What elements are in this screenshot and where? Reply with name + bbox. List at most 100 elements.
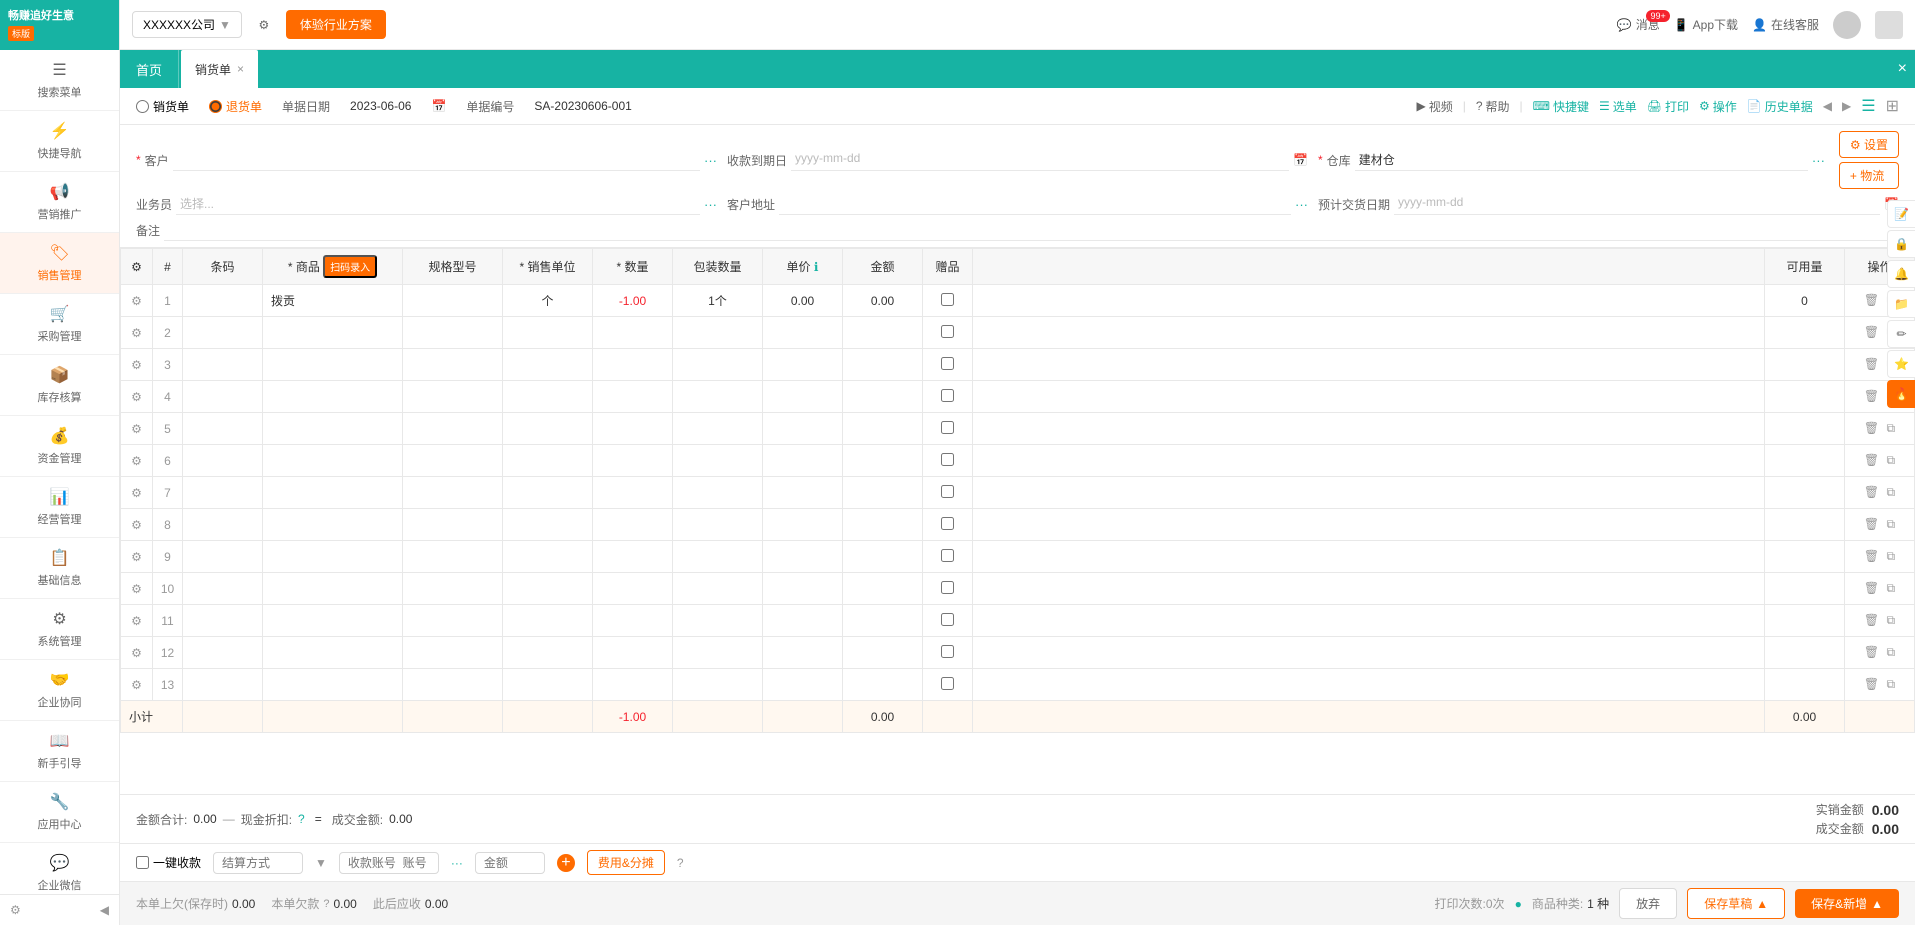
row-ops-7[interactable]: 🗑 ⧉ xyxy=(1845,509,1915,541)
row-ops-5[interactable]: 🗑 ⧉ xyxy=(1845,445,1915,477)
customer-addr-dots[interactable]: ··· xyxy=(1295,197,1308,212)
trial-button[interactable]: 体验行业方案 xyxy=(286,10,386,39)
row-pkg-5[interactable] xyxy=(673,445,763,477)
company-selector[interactable]: XXXXXX公司 ▼ xyxy=(132,11,242,38)
row-spec-5[interactable] xyxy=(403,445,503,477)
row-settings-10[interactable]: ⚙ xyxy=(121,605,153,637)
row-unit-5[interactable] xyxy=(503,445,593,477)
action-print[interactable]: 🖨打印 xyxy=(1647,98,1689,115)
logistics-button[interactable]: + 物流 xyxy=(1839,162,1899,189)
row-price-4[interactable] xyxy=(763,413,843,445)
row-amount-3[interactable] xyxy=(843,381,923,413)
sidebar-item-finance[interactable]: 💰 资金管理 xyxy=(0,416,119,477)
row-unit-7[interactable] xyxy=(503,509,593,541)
row-remark-7[interactable] xyxy=(973,509,1765,541)
row-price-12[interactable] xyxy=(763,669,843,701)
row-amount-11[interactable] xyxy=(843,637,923,669)
notes-input[interactable] xyxy=(164,219,1899,241)
sidebar-item-purchase[interactable]: 🛒 采购管理 xyxy=(0,294,119,355)
row-gift-9[interactable] xyxy=(923,573,973,605)
row-gift-5[interactable] xyxy=(923,445,973,477)
sidebar-item-marketing[interactable]: 📢 营销推广 xyxy=(0,172,119,233)
row-settings-2[interactable]: ⚙ xyxy=(121,349,153,381)
view-list-icon[interactable]: ☰ xyxy=(1861,96,1875,116)
row-product-1[interactable] xyxy=(263,317,403,349)
row-product-9[interactable] xyxy=(263,573,403,605)
row-remark-2[interactable] xyxy=(973,349,1765,381)
row-price-6[interactable] xyxy=(763,477,843,509)
account-dots[interactable]: ··· xyxy=(451,856,463,870)
row-remark-0[interactable] xyxy=(973,285,1765,317)
warehouse-input[interactable]: 建材仓 xyxy=(1355,149,1808,171)
row-amount-1[interactable] xyxy=(843,317,923,349)
row-pkg-7[interactable] xyxy=(673,509,763,541)
row-qty-7[interactable] xyxy=(593,509,673,541)
delete-icon-9[interactable]: 🗑 xyxy=(1864,581,1879,595)
delete-icon-2[interactable]: 🗑 xyxy=(1864,357,1879,371)
row-qty-4[interactable] xyxy=(593,413,673,445)
row-spec-6[interactable] xyxy=(403,477,503,509)
message-item[interactable]: 💬 消息 99+ xyxy=(1617,16,1660,33)
sidebar-item-system[interactable]: ⚙ 系统管理 xyxy=(0,599,119,660)
delete-icon-6[interactable]: 🗑 xyxy=(1864,485,1879,499)
row-spec-1[interactable] xyxy=(403,317,503,349)
row-product-4[interactable] xyxy=(263,413,403,445)
sidebar-item-cooperation[interactable]: 🤝 企业协同 xyxy=(0,660,119,721)
row-gift-0[interactable] xyxy=(923,285,973,317)
row-price-7[interactable] xyxy=(763,509,843,541)
expected-delivery-input[interactable]: yyyy-mm-dd xyxy=(1394,193,1880,215)
row-spec-0[interactable] xyxy=(403,285,503,317)
action-help[interactable]: ?帮助 xyxy=(1476,98,1510,115)
row-unit-2[interactable] xyxy=(503,349,593,381)
radio-return[interactable]: 退货单 xyxy=(209,98,262,115)
copy-icon-7[interactable]: ⧉ xyxy=(1887,517,1896,531)
row-barcode-0[interactable] xyxy=(183,285,263,317)
row-settings-11[interactable]: ⚙ xyxy=(121,637,153,669)
row-barcode-9[interactable] xyxy=(183,573,263,605)
expense-button[interactable]: 费用&分摊 xyxy=(587,850,665,875)
footer-settings-icon[interactable]: ⚙ xyxy=(10,903,21,917)
row-spec-11[interactable] xyxy=(403,637,503,669)
row-barcode-1[interactable] xyxy=(183,317,263,349)
sidebar-item-basics[interactable]: 📋 基础信息 xyxy=(0,538,119,599)
row-barcode-4[interactable] xyxy=(183,413,263,445)
salesperson-input[interactable]: 选择... xyxy=(176,193,700,215)
add-payment-button[interactable]: + xyxy=(557,854,575,872)
row-pkg-6[interactable] xyxy=(673,477,763,509)
sidebar-item-guide[interactable]: 📖 新手引导 xyxy=(0,721,119,782)
row-remark-10[interactable] xyxy=(973,605,1765,637)
app-download-item[interactable]: 📱 App下载 xyxy=(1674,16,1738,33)
customer-addr-input[interactable] xyxy=(779,193,1291,215)
row-gift-3[interactable] xyxy=(923,381,973,413)
row-qty-3[interactable] xyxy=(593,381,673,413)
row-price-11[interactable] xyxy=(763,637,843,669)
payment-method-input[interactable] xyxy=(213,852,303,874)
row-pkg-1[interactable] xyxy=(673,317,763,349)
action-shortcuts[interactable]: ⌨快捷键 xyxy=(1533,98,1589,115)
row-pkg-9[interactable] xyxy=(673,573,763,605)
radio-sales[interactable]: 销货单 xyxy=(136,98,189,115)
row-amount-8[interactable] xyxy=(843,541,923,573)
salesperson-dots[interactable]: ··· xyxy=(704,197,717,212)
action-history[interactable]: 📄历史单据 xyxy=(1747,98,1813,115)
row-product-10[interactable] xyxy=(263,605,403,637)
row-qty-1[interactable] xyxy=(593,317,673,349)
row-amount-6[interactable] xyxy=(843,477,923,509)
row-product-6[interactable] xyxy=(263,477,403,509)
row-price-0[interactable]: 0.00 xyxy=(763,285,843,317)
row-barcode-10[interactable] xyxy=(183,605,263,637)
action-video[interactable]: ▶视频 xyxy=(1416,98,1452,115)
delete-icon-8[interactable]: 🗑 xyxy=(1864,549,1879,563)
payment-account-input[interactable] xyxy=(339,852,439,874)
float-btn-3[interactable]: 🔔 xyxy=(1887,260,1915,288)
row-ops-8[interactable]: 🗑 ⧉ xyxy=(1845,541,1915,573)
action-ops[interactable]: ⚙操作 xyxy=(1699,98,1737,115)
delete-icon-0[interactable]: 🗑 xyxy=(1864,293,1879,307)
row-price-8[interactable] xyxy=(763,541,843,573)
row-spec-8[interactable] xyxy=(403,541,503,573)
save-new-button[interactable]: 保存&新增 ▲ xyxy=(1795,889,1899,918)
row-ops-12[interactable]: 🗑 ⧉ xyxy=(1845,669,1915,701)
row-price-2[interactable] xyxy=(763,349,843,381)
delete-icon-5[interactable]: 🗑 xyxy=(1864,453,1879,467)
sidebar-item-search[interactable]: ☰ 搜索菜单 xyxy=(0,50,119,111)
